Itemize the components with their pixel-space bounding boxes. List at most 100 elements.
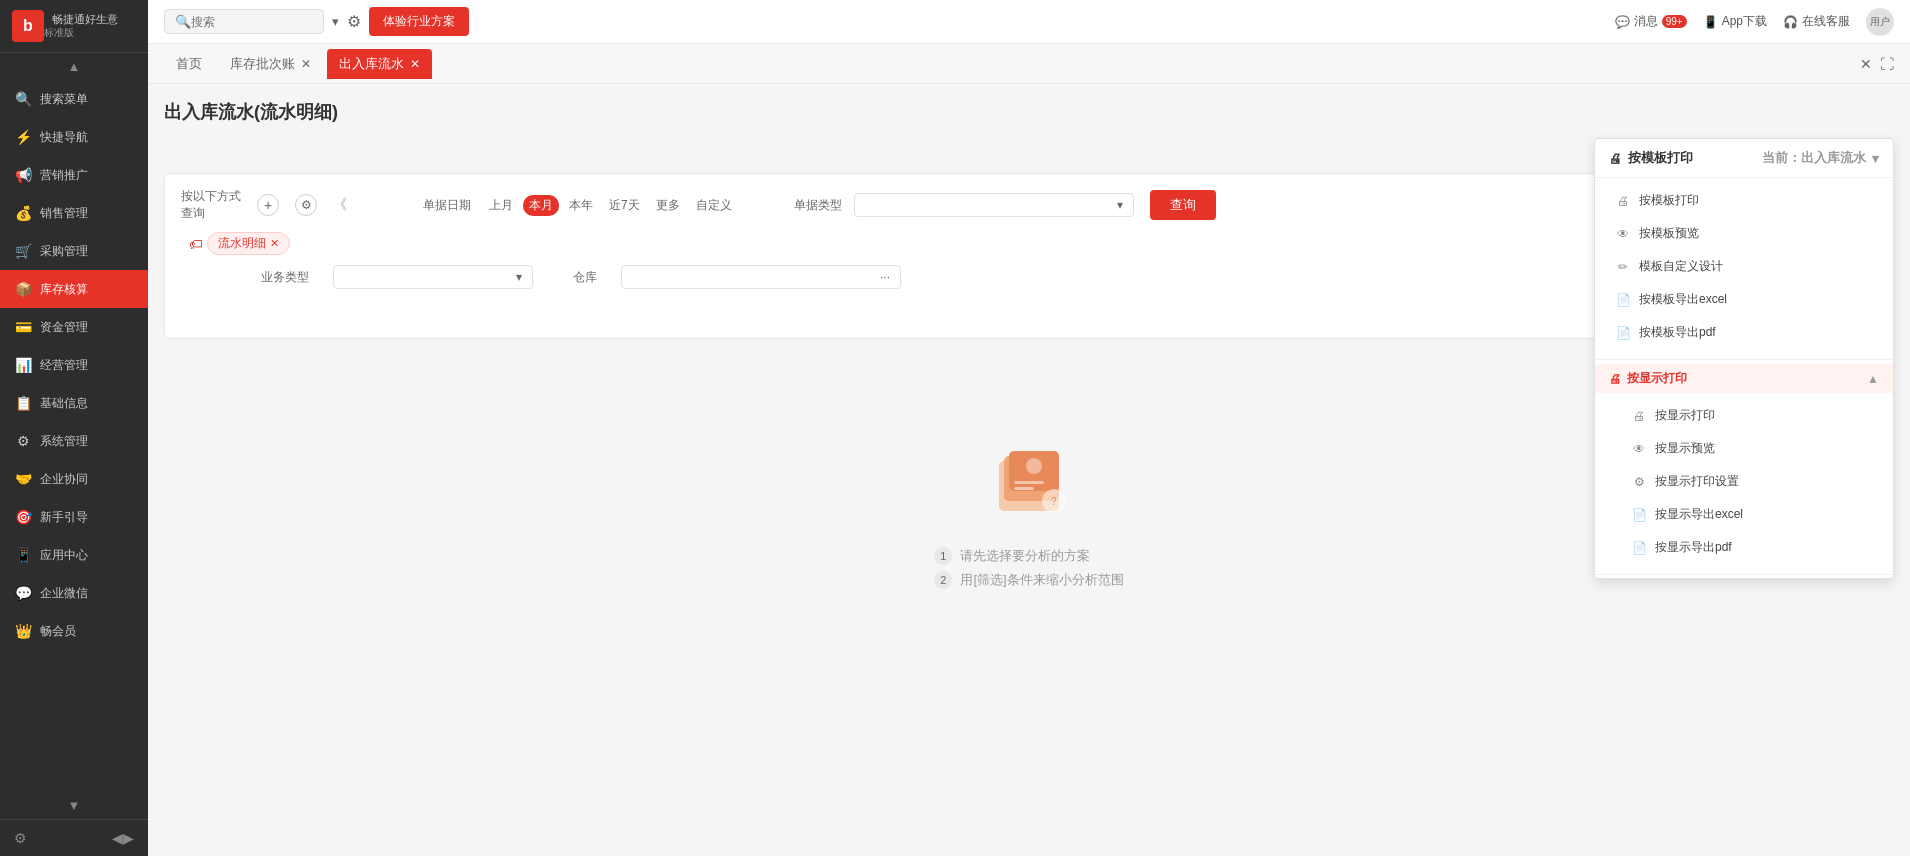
nav-label-wechat: 企业微信 <box>40 585 88 602</box>
settings-gear-icon[interactable]: ⚙ <box>347 12 361 31</box>
display-print-settings-item[interactable]: ⚙ 按显示打印设置 <box>1595 465 1893 498</box>
nav-icon-sales: 💰 <box>14 204 32 222</box>
nav-icon-basic-info: 📋 <box>14 394 32 412</box>
nav-label-finance: 资金管理 <box>40 319 88 336</box>
query-btn[interactable]: 查询 <box>1150 190 1216 220</box>
filter-settings-btn[interactable]: ⚙ <box>295 194 317 216</box>
template-export-excel-item[interactable]: 📄 按模板导出excel <box>1595 283 1893 316</box>
step-2-text: 用[筛选]条件来缩小分析范围 <box>960 571 1123 589</box>
tab-close-all[interactable]: ✕ <box>1860 56 1872 72</box>
message-btn[interactable]: 💬 消息 99+ <box>1615 13 1687 30</box>
date-custom[interactable]: 自定义 <box>690 195 738 216</box>
display-print-section-label: 按显示打印 <box>1627 370 1687 387</box>
bill-type-dropdown-icon: ▾ <box>1117 198 1123 212</box>
nav-scroll-up[interactable]: ▲ <box>0 53 148 80</box>
empty-step-1: 1 请先选择要分析的方案 <box>934 547 1123 565</box>
warehouse-select[interactable]: ··· <box>621 265 901 289</box>
display-preview-item[interactable]: 👁 按显示预览 <box>1595 432 1893 465</box>
tab-close-batch[interactable]: ✕ <box>301 57 311 71</box>
user-avatar[interactable]: 用户 <box>1866 8 1894 36</box>
dropdown-title-text: 按模板打印 <box>1628 149 1693 167</box>
filter-tag-close[interactable]: ✕ <box>270 237 279 250</box>
message-icon: 💬 <box>1615 15 1630 29</box>
sidebar-item-enterprise[interactable]: 🤝 企业协同 <box>0 460 148 498</box>
template-section: 🖨 按模板打印 👁 按模板预览 ✏ 模板自定义设计 <box>1595 178 1893 355</box>
sidebar-item-purchase[interactable]: 🛒 采购管理 <box>0 232 148 270</box>
display-print-item[interactable]: 🖨 按显示打印 <box>1595 399 1893 432</box>
tab-flow[interactable]: 出入库流水✕ <box>327 49 432 79</box>
nav-scroll-down[interactable]: ▼ <box>0 792 148 819</box>
sidebar-item-members[interactable]: 👑 畅会员 <box>0 612 148 650</box>
display-export-excel-item[interactable]: 📄 按显示导出excel <box>1595 498 1893 531</box>
sidebar-item-guide[interactable]: 🎯 新手引导 <box>0 498 148 536</box>
logo-icon: b <box>12 10 44 42</box>
biz-type-select[interactable]: ▾ <box>333 265 533 289</box>
tab-close-flow[interactable]: ✕ <box>410 57 420 71</box>
template-print-dropdown: 🖨 按模板打印 当前：出入库流水 ▾ 🖨 按 <box>1594 138 1894 579</box>
bill-type-select[interactable]: ▾ <box>854 193 1134 217</box>
template-preview-item[interactable]: 👁 按模板预览 <box>1595 217 1893 250</box>
tab-maximize-btn[interactable]: ⛶ <box>1880 56 1894 72</box>
step-num-1: 1 <box>934 547 952 565</box>
sidebar-item-marketing[interactable]: 📢 营销推广 <box>0 156 148 194</box>
sidebar-item-sales[interactable]: 💰 销售管理 <box>0 194 148 232</box>
sidebar-settings-icon[interactable]: ⚙ <box>14 830 27 846</box>
nav-label-sales: 销售管理 <box>40 205 88 222</box>
dropdown-title: 🖨 按模板打印 <box>1609 149 1693 167</box>
pdf-icon: 📄 <box>1615 325 1631 341</box>
sidebar-item-operations[interactable]: 📊 经营管理 <box>0 346 148 384</box>
top-search-box[interactable]: 🔍 <box>164 9 324 34</box>
nav-icon-members: 👑 <box>14 622 32 640</box>
app-download-btn[interactable]: 📱 App下载 <box>1703 13 1767 30</box>
date-this-month[interactable]: 本月 <box>523 195 559 216</box>
filter-tag[interactable]: 流水明细 ✕ <box>207 232 290 255</box>
date-last-month[interactable]: 上月 <box>483 195 519 216</box>
sidebar-item-wechat[interactable]: 💬 企业微信 <box>0 574 148 612</box>
bill-type-label: 单据类型 <box>794 197 842 214</box>
trial-btn[interactable]: 体验行业方案 <box>369 7 469 36</box>
template-print-item-label: 按模板打印 <box>1639 192 1877 209</box>
nav-label-basic-info: 基础信息 <box>40 395 88 412</box>
template-export-pdf-item[interactable]: 📄 按模板导出pdf <box>1595 316 1893 349</box>
message-label: 消息 <box>1634 13 1658 30</box>
template-customize-item[interactable]: ✏ 模板自定义设计 <box>1595 250 1893 283</box>
nav-icon-marketing: 📢 <box>14 166 32 184</box>
page-title: 出入库流水(流水明细) <box>164 100 1894 124</box>
display-preview-icon: 👁 <box>1631 441 1647 457</box>
date-more[interactable]: 更多 <box>650 195 686 216</box>
nav-label-operations: 经营管理 <box>40 357 88 374</box>
dropdown-sep <box>1595 359 1893 360</box>
display-print-section-header[interactable]: 🖨 按显示打印 ▲ <box>1595 364 1893 393</box>
online-service-btn[interactable]: 🎧 在线客服 <box>1783 13 1850 30</box>
display-export-pdf-item[interactable]: 📄 按显示导出pdf <box>1595 531 1893 564</box>
sidebar-item-search[interactable]: 🔍 搜索菜单 <box>0 80 148 118</box>
top-bar-right: 💬 消息 99+ 📱 App下载 🎧 在线客服 用户 <box>1615 8 1894 36</box>
tab-label-batch: 库存批次账 <box>230 55 295 73</box>
nav-icon-app-center: 📱 <box>14 546 32 564</box>
nav-icon-enterprise: 🤝 <box>14 470 32 488</box>
sidebar-item-system[interactable]: ⚙ 系统管理 <box>0 422 148 460</box>
nav-icon-quick-nav: ⚡ <box>14 128 32 146</box>
date-last7[interactable]: 近7天 <box>603 195 646 216</box>
filter-add-btn[interactable]: + <box>257 194 279 216</box>
sidebar-item-finance[interactable]: 💳 资金管理 <box>0 308 148 346</box>
biz-type-dropdown-icon: ▾ <box>516 270 522 284</box>
nav-icon-finance: 💳 <box>14 318 32 336</box>
display-pdf-icon: 📄 <box>1631 540 1647 556</box>
tab-batch[interactable]: 库存批次账 ✕ <box>218 49 323 79</box>
sidebar-item-quick-nav[interactable]: ⚡ 快捷导航 <box>0 118 148 156</box>
search-dropdown-icon[interactable]: ▾ <box>332 14 339 29</box>
step-num-2: 2 <box>934 571 952 589</box>
tab-home[interactable]: 首页 <box>164 49 214 79</box>
template-export-pdf-label: 按模板导出pdf <box>1639 324 1877 341</box>
search-input[interactable] <box>191 15 313 29</box>
online-service-label: 在线客服 <box>1802 13 1850 30</box>
sidebar-expand-icon[interactable]: ◀▶ <box>112 830 134 846</box>
template-print-item[interactable]: 🖨 按模板打印 <box>1595 184 1893 217</box>
sidebar-item-inventory[interactable]: 📦 库存核算 <box>0 270 148 308</box>
filter-collapse-icon[interactable]: 《 <box>333 196 347 214</box>
dropdown-header-right: 当前：出入库流水 ▾ <box>1762 149 1879 167</box>
date-this-year[interactable]: 本年 <box>563 195 599 216</box>
sidebar-item-app-center[interactable]: 📱 应用中心 <box>0 536 148 574</box>
sidebar-item-basic-info[interactable]: 📋 基础信息 <box>0 384 148 422</box>
